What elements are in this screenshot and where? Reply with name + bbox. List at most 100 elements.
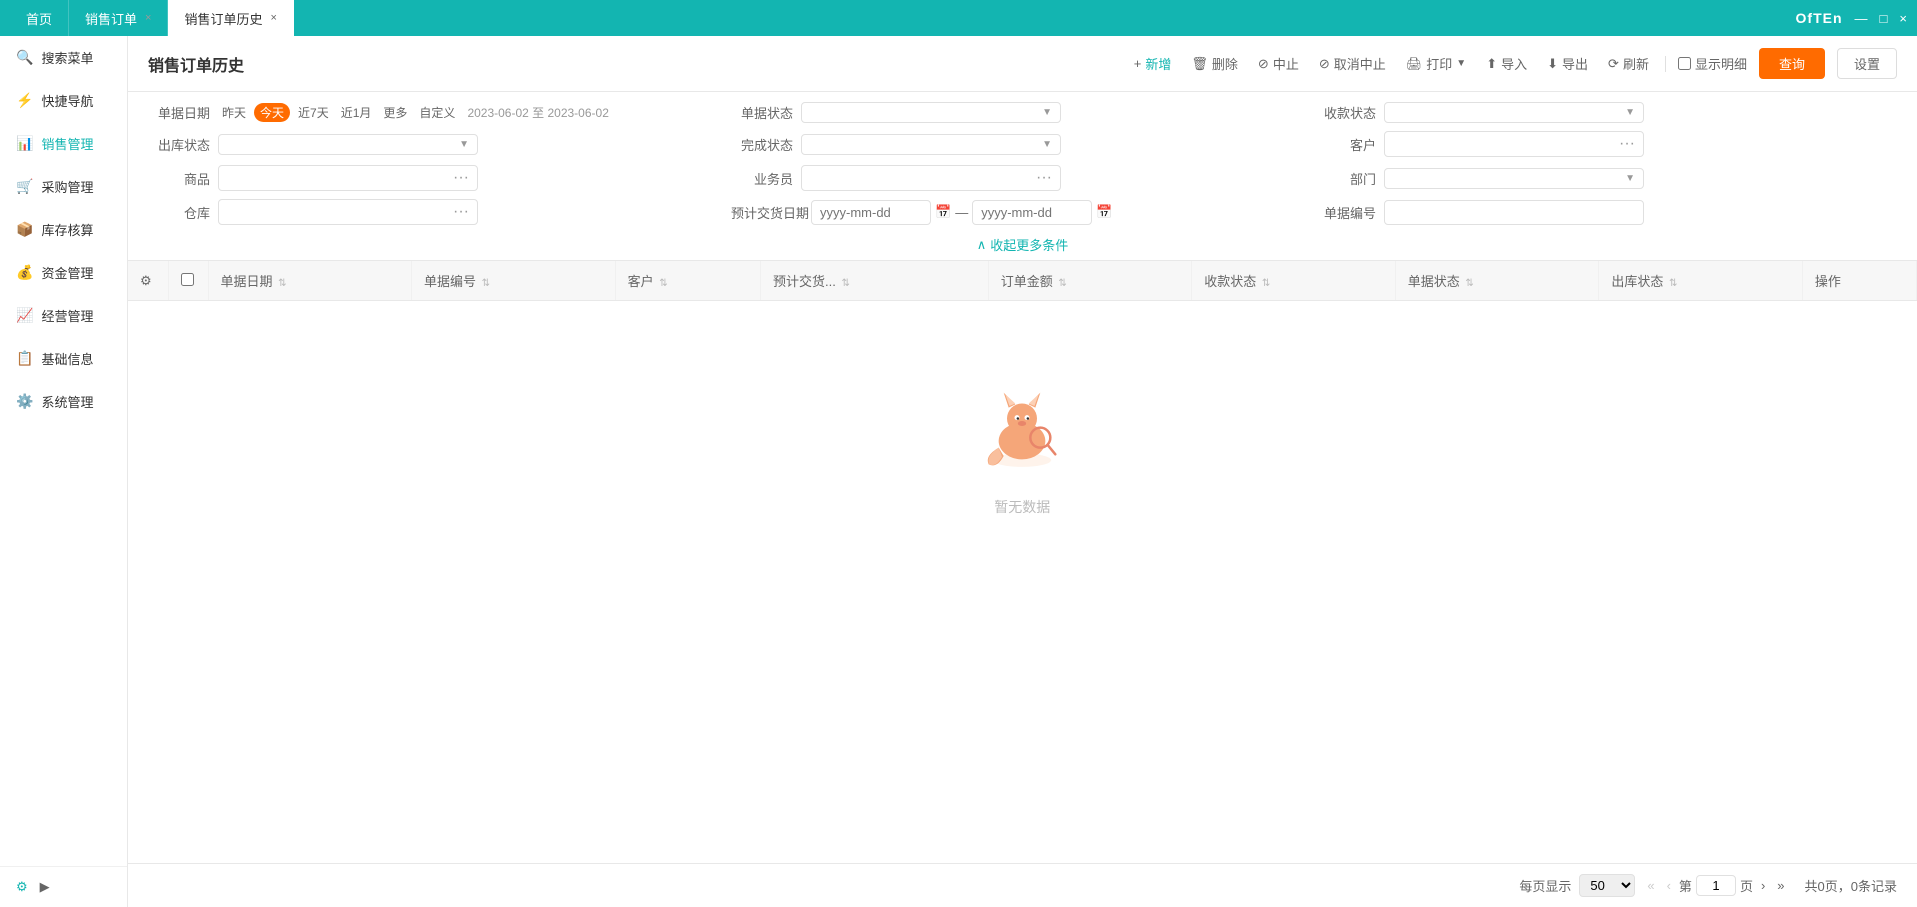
th-payment-status-label: 收款状态: [1204, 274, 1256, 289]
th-customer[interactable]: 客户 ⇅: [615, 261, 760, 301]
bill-number-input[interactable]: [1384, 200, 1644, 225]
expected-date-end[interactable]: [972, 200, 1092, 225]
date-more[interactable]: 更多: [379, 102, 411, 123]
goods-input[interactable]: ···: [218, 165, 478, 191]
sidebar-item-purchase-mgmt[interactable]: 🛒 采购管理: [0, 165, 127, 208]
complete-status-select[interactable]: ▼: [801, 134, 1061, 155]
sort-expected-delivery-icon: ⇅: [841, 278, 849, 289]
th-settings[interactable]: ⚙: [128, 261, 168, 301]
sort-payment-status-icon: ⇅: [1262, 278, 1270, 289]
sidebar-item-sales-mgmt[interactable]: 📊 销售管理: [0, 122, 127, 165]
date-1month[interactable]: 近1月: [337, 102, 376, 123]
tab-home-label: 首页: [26, 9, 52, 28]
next-page-button[interactable]: ›: [1757, 876, 1769, 895]
tab-sales-order-history[interactable]: 销售订单历史 ×: [168, 0, 293, 36]
bill-date-label: 单据日期: [148, 103, 218, 122]
sidebar-item-search-menu[interactable]: 🔍 搜索菜单: [0, 36, 127, 79]
query-button[interactable]: 查询: [1759, 48, 1825, 79]
cal-icon-end: 📅: [1096, 204, 1112, 220]
stop-button[interactable]: ⊘ 中止: [1254, 54, 1303, 73]
content-area: 销售订单历史 + 新增 🗑 删除 ⊘ 中止 ⊘ 取消中止: [128, 36, 1917, 907]
last-page-button[interactable]: »: [1773, 876, 1788, 895]
page-label: 第: [1679, 876, 1692, 895]
sidebar-item-basic-info[interactable]: 📋 基础信息: [0, 337, 127, 380]
date-yesterday[interactable]: 昨天: [218, 102, 250, 123]
filter-cell-warehouse-status: 出库状态 ▼: [148, 134, 731, 155]
bill-status-arrow-icon: ▼: [1042, 107, 1052, 118]
new-button[interactable]: + 新增: [1130, 54, 1176, 73]
th-checkbox[interactable]: [168, 261, 208, 301]
warehouse-label: 仓库: [148, 203, 218, 222]
delete-button[interactable]: 🗑 删除: [1187, 54, 1242, 73]
warehouse-input[interactable]: ···: [218, 199, 478, 225]
sidebar-settings-icon[interactable]: ⚙: [16, 879, 28, 895]
page-nav: « ‹ 第 页 › »: [1643, 875, 1788, 896]
window-close[interactable]: ×: [1899, 11, 1907, 26]
purchase-mgmt-icon: 🛒: [16, 178, 33, 195]
customer-dots-icon[interactable]: ···: [1619, 136, 1635, 152]
per-page-select[interactable]: 10 20 50 100: [1579, 874, 1635, 897]
department-select[interactable]: ▼: [1384, 168, 1644, 189]
table-settings-icon[interactable]: ⚙: [140, 273, 152, 288]
quick-nav-icon: ⚡: [16, 92, 33, 109]
window-maximize[interactable]: □: [1880, 11, 1888, 26]
prev-page-button[interactable]: ‹: [1663, 876, 1675, 895]
print-button[interactable]: 🖨 打印 ▼: [1402, 54, 1470, 73]
th-order-amount[interactable]: 订单金额 ⇅: [988, 261, 1192, 301]
date-7days[interactable]: 近7天: [294, 102, 333, 123]
tab-home[interactable]: 首页: [10, 0, 69, 36]
warehouse-status-select[interactable]: ▼: [218, 134, 478, 155]
sidebar-item-quick-nav[interactable]: ⚡ 快捷导航: [0, 79, 127, 122]
complete-status-label: 完成状态: [731, 135, 801, 154]
tab-sales-order-close[interactable]: ×: [145, 12, 151, 24]
finance-mgmt-icon: 💰: [16, 264, 33, 281]
refresh-icon: ⟳: [1608, 56, 1619, 72]
payment-status-arrow-icon: ▼: [1625, 107, 1635, 118]
tab-sales-order[interactable]: 销售订单 ×: [69, 0, 168, 36]
settings-button[interactable]: 设置: [1837, 48, 1897, 79]
payment-status-select[interactable]: ▼: [1384, 102, 1644, 123]
th-bill-number[interactable]: 单据编号 ⇅: [412, 261, 616, 301]
bill-status-select[interactable]: ▼: [801, 102, 1061, 123]
bill-status-label: 单据状态: [731, 103, 801, 122]
sidebar-item-inventory-check[interactable]: 📦 库存核算: [0, 208, 127, 251]
page-header: 销售订单历史 + 新增 🗑 删除 ⊘ 中止 ⊘ 取消中止: [128, 36, 1917, 92]
window-minimize[interactable]: —: [1855, 11, 1868, 26]
cal-icon-start: 📅: [935, 204, 951, 220]
select-all-checkbox[interactable]: [181, 273, 194, 286]
expected-date-start[interactable]: [811, 200, 931, 225]
chevron-up-icon: ∧: [977, 237, 987, 253]
th-bill-status[interactable]: 单据状态 ⇅: [1395, 261, 1599, 301]
sidebar-item-finance-mgmt[interactable]: 💰 资金管理: [0, 251, 127, 294]
first-page-button[interactable]: «: [1643, 876, 1658, 895]
date-custom[interactable]: 自定义: [415, 102, 459, 123]
goods-dots-icon[interactable]: ···: [453, 170, 469, 186]
collapse-button[interactable]: ∧ 收起更多条件: [128, 229, 1917, 260]
empty-text: 暂无数据: [994, 497, 1050, 517]
salesperson-dots-icon[interactable]: ···: [1036, 170, 1052, 186]
cancel-stop-button[interactable]: ⊘ 取消中止: [1315, 54, 1390, 73]
filter-cell-department: 部门 ▼: [1314, 168, 1897, 189]
customer-input[interactable]: ···: [1384, 131, 1644, 157]
salesperson-label: 业务员: [731, 169, 801, 188]
th-payment-status[interactable]: 收款状态 ⇅: [1192, 261, 1396, 301]
sidebar-item-operations-mgmt[interactable]: 📈 经营管理: [0, 294, 127, 337]
salesperson-input[interactable]: ···: [801, 165, 1061, 191]
page-number-input[interactable]: [1696, 875, 1736, 896]
filter-rows: 单据日期 昨天 今天 近7天 近1月 更多 自定义 2023-06-02 至 2…: [128, 92, 1917, 225]
export-button[interactable]: ⬇ 导出: [1543, 54, 1592, 73]
import-button[interactable]: ⬆ 导入: [1482, 54, 1531, 73]
th-bill-date[interactable]: 单据日期 ⇅: [208, 261, 412, 301]
tab-sales-order-history-close[interactable]: ×: [270, 12, 276, 24]
warehouse-dots-icon[interactable]: ···: [453, 204, 469, 220]
th-expected-delivery[interactable]: 预计交货... ⇅: [760, 261, 988, 301]
refresh-button[interactable]: ⟳ 刷新: [1604, 54, 1653, 73]
th-warehouse-status[interactable]: 出库状态 ⇅: [1599, 261, 1803, 301]
sidebar-expand-icon[interactable]: ▶: [40, 879, 50, 895]
sidebar-item-system-mgmt[interactable]: ⚙️ 系统管理: [0, 380, 127, 423]
filter-row-4: 仓库 ··· 预计交货日期 📅 — 📅: [148, 199, 1897, 225]
filter-cell-expected-date: 预计交货日期 📅 — 📅: [731, 200, 1314, 225]
display-detail-checkbox[interactable]: [1678, 57, 1691, 70]
tab-bar: 首页 销售订单 × 销售订单历史 ×: [10, 0, 294, 36]
date-today[interactable]: 今天: [254, 103, 290, 122]
